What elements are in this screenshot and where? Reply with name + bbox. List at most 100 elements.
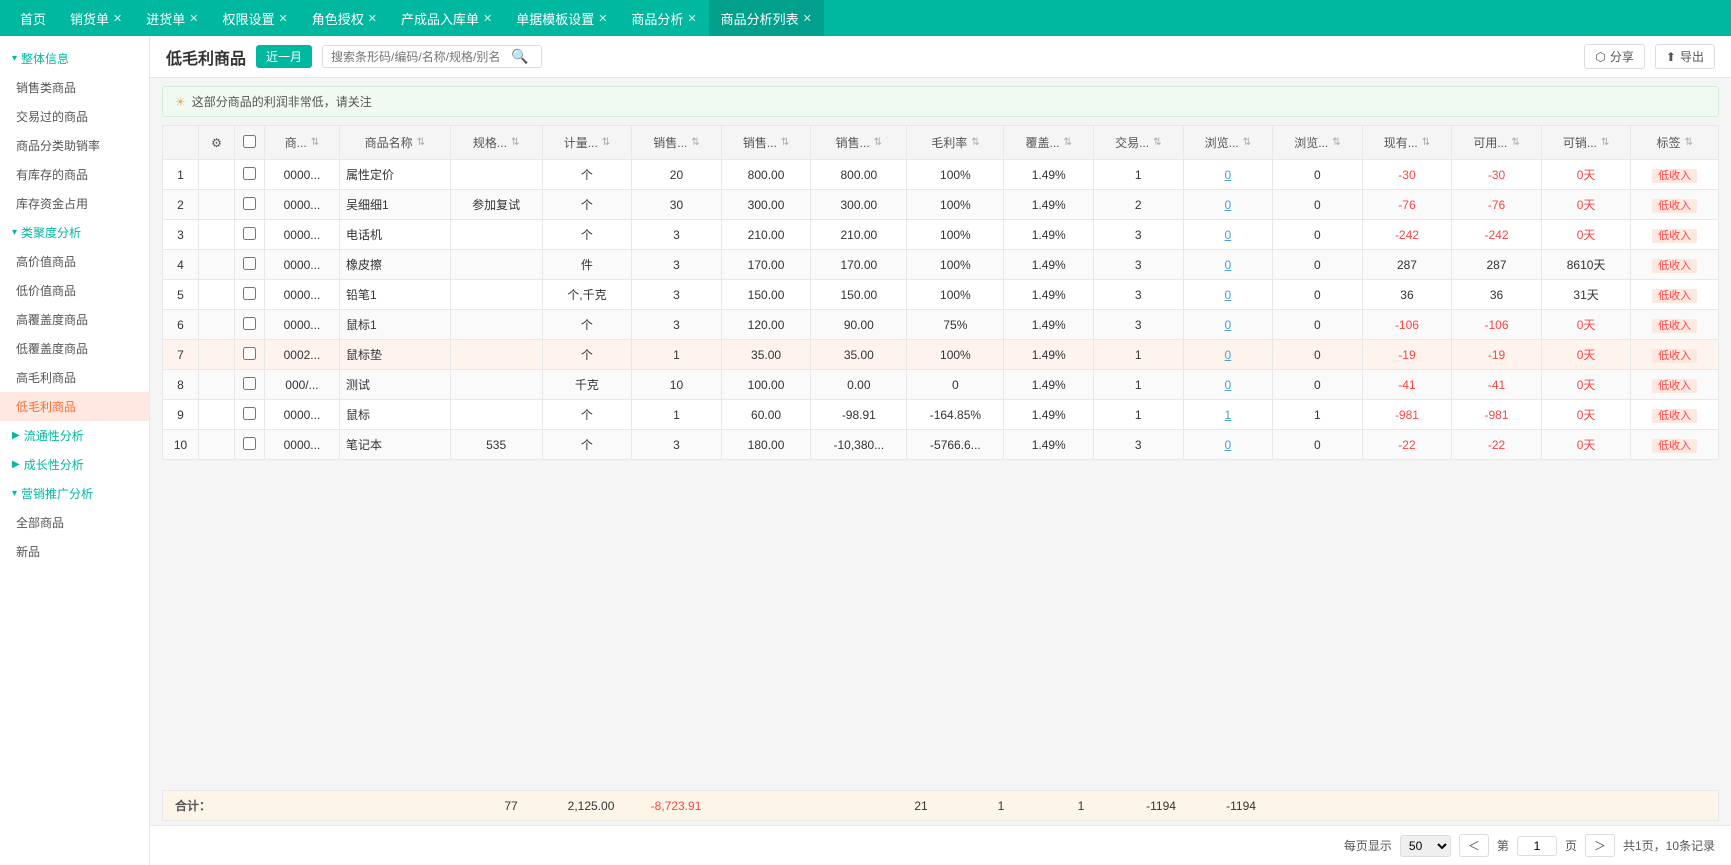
th-unit[interactable]: 计量... ⇅ xyxy=(542,126,632,160)
sidebar-item-high-margin[interactable]: 高毛利商品 xyxy=(0,363,149,392)
th-name[interactable]: 商品名称 ⇅ xyxy=(339,126,450,160)
cell-views1-7[interactable]: 0 xyxy=(1183,370,1273,400)
row-checkbox-4[interactable] xyxy=(243,287,256,300)
settings-icon[interactable]: ⚙ xyxy=(211,136,222,150)
row-checkbox-7[interactable] xyxy=(243,377,256,390)
cell-checkbox-4[interactable] xyxy=(235,280,265,310)
nav-close-permission[interactable]: ✕ xyxy=(279,12,288,25)
cell-views1-1[interactable]: 0 xyxy=(1183,190,1273,220)
th-transactions[interactable]: 交易... ⇅ xyxy=(1093,126,1183,160)
cell-settings-2[interactable] xyxy=(199,220,235,250)
nav-close-sales[interactable]: ✕ xyxy=(113,12,122,25)
cell-checkbox-9[interactable] xyxy=(235,430,265,460)
cell-settings-7[interactable] xyxy=(199,370,235,400)
cell-views1-2[interactable]: 0 xyxy=(1183,220,1273,250)
cell-checkbox-5[interactable] xyxy=(235,310,265,340)
th-gross-margin[interactable]: 毛利率 ⇅ xyxy=(907,126,1004,160)
sidebar-item-low-value[interactable]: 低价值商品 xyxy=(0,276,149,305)
sidebar-section-circulation[interactable]: ▶ 流通性分析 xyxy=(0,421,149,450)
sidebar-item-sales-products[interactable]: 销售类商品 xyxy=(0,73,149,102)
row-checkbox-8[interactable] xyxy=(243,407,256,420)
th-code[interactable]: 商... ⇅ xyxy=(265,126,340,160)
sidebar-item-stock-capital[interactable]: 库存资金占用 xyxy=(0,189,149,218)
row-checkbox-0[interactable] xyxy=(243,167,256,180)
nav-product-analysis[interactable]: 商品分析 ✕ xyxy=(619,0,708,36)
sidebar-item-high-coverage[interactable]: 高覆盖度商品 xyxy=(0,305,149,334)
row-checkbox-5[interactable] xyxy=(243,317,256,330)
nav-close-product[interactable]: ✕ xyxy=(483,12,492,25)
cell-views1-6[interactable]: 0 xyxy=(1183,340,1273,370)
sidebar-section-marketing[interactable]: ▾ 营销推广分析 xyxy=(0,479,149,508)
th-checkbox[interactable] xyxy=(235,126,265,160)
th-sales-profit[interactable]: 销售... ⇅ xyxy=(811,126,907,160)
nav-product-entry[interactable]: 产成品入库单 ✕ xyxy=(389,0,504,36)
th-sales-qty[interactable]: 销售... ⇅ xyxy=(632,126,722,160)
cell-views1-8[interactable]: 1 xyxy=(1183,400,1273,430)
nav-template[interactable]: 单据模板设置 ✕ xyxy=(504,0,619,36)
cell-checkbox-8[interactable] xyxy=(235,400,265,430)
sidebar-item-low-coverage[interactable]: 低覆盖度商品 xyxy=(0,334,149,363)
row-checkbox-3[interactable] xyxy=(243,257,256,270)
th-spec[interactable]: 规格... ⇅ xyxy=(450,126,542,160)
cell-settings-8[interactable] xyxy=(199,400,235,430)
row-checkbox-9[interactable] xyxy=(243,437,256,450)
cell-settings-4[interactable] xyxy=(199,280,235,310)
th-available-stock[interactable]: 可用... ⇅ xyxy=(1452,126,1542,160)
select-all-checkbox[interactable] xyxy=(243,135,256,148)
cell-settings-5[interactable] xyxy=(199,310,235,340)
cell-views1-3[interactable]: 0 xyxy=(1183,250,1273,280)
sidebar-item-low-margin[interactable]: 低毛利商品 xyxy=(0,392,149,421)
th-current-stock[interactable]: 现有... ⇅ xyxy=(1362,126,1452,160)
cell-views1-0[interactable]: 0 xyxy=(1183,160,1273,190)
cell-checkbox-6[interactable] xyxy=(235,340,265,370)
cell-views1-9[interactable]: 0 xyxy=(1183,430,1273,460)
page-number-input[interactable] xyxy=(1517,836,1557,856)
search-icon[interactable]: 🔍 xyxy=(511,48,528,65)
nav-permission[interactable]: 权限设置 ✕ xyxy=(210,0,299,36)
cell-settings-0[interactable] xyxy=(199,160,235,190)
row-checkbox-2[interactable] xyxy=(243,227,256,240)
export-button[interactable]: ⬆ 导出 xyxy=(1655,44,1715,69)
th-sales-price[interactable]: 销售... ⇅ xyxy=(721,126,811,160)
sidebar-section-overall[interactable]: ▾ 整体信息 xyxy=(0,44,149,73)
sidebar-item-all-products[interactable]: 全部商品 xyxy=(0,508,149,537)
sidebar-item-traded-products[interactable]: 交易过的商品 xyxy=(0,102,149,131)
cell-checkbox-1[interactable] xyxy=(235,190,265,220)
nav-close-role[interactable]: ✕ xyxy=(368,12,377,25)
th-tag[interactable]: 标签 ⇅ xyxy=(1631,126,1719,160)
cell-settings-9[interactable] xyxy=(199,430,235,460)
nav-close-purchase[interactable]: ✕ xyxy=(189,12,198,25)
sidebar-section-growth[interactable]: ▶ 成长性分析 xyxy=(0,450,149,479)
nav-role-auth[interactable]: 角色授权 ✕ xyxy=(300,0,389,36)
cell-settings-6[interactable] xyxy=(199,340,235,370)
per-page-select[interactable]: 50 100 200 xyxy=(1400,835,1451,857)
share-button[interactable]: ⬡ 分享 xyxy=(1584,44,1645,69)
cell-checkbox-3[interactable] xyxy=(235,250,265,280)
th-sellable-days[interactable]: 可销... ⇅ xyxy=(1541,126,1631,160)
nav-close-analysis-list[interactable]: ✕ xyxy=(803,12,812,25)
search-input[interactable] xyxy=(331,50,511,64)
th-settings[interactable]: ⚙ xyxy=(199,126,235,160)
th-views2[interactable]: 浏览... ⇅ xyxy=(1273,126,1363,160)
sidebar-item-new-products[interactable]: 新品 xyxy=(0,537,149,566)
prev-page-button[interactable]: ＜ xyxy=(1459,834,1489,857)
sidebar-item-stocked-products[interactable]: 有库存的商品 xyxy=(0,160,149,189)
nav-sales-order[interactable]: 销货单 ✕ xyxy=(58,0,134,36)
cell-views1-4[interactable]: 0 xyxy=(1183,280,1273,310)
th-views1[interactable]: 浏览... ⇅ xyxy=(1183,126,1273,160)
sidebar-item-category-rate[interactable]: 商品分类助销率 xyxy=(0,131,149,160)
date-filter-button[interactable]: 近一月 xyxy=(256,45,312,68)
cell-checkbox-7[interactable] xyxy=(235,370,265,400)
nav-close-template[interactable]: ✕ xyxy=(598,12,607,25)
nav-home[interactable]: 首页 xyxy=(8,0,58,36)
row-checkbox-6[interactable] xyxy=(243,347,256,360)
nav-purchase-order[interactable]: 进货单 ✕ xyxy=(134,0,210,36)
cell-checkbox-0[interactable] xyxy=(235,160,265,190)
nav-close-analysis[interactable]: ✕ xyxy=(687,12,696,25)
row-checkbox-1[interactable] xyxy=(243,197,256,210)
next-page-button[interactable]: ＞ xyxy=(1585,834,1615,857)
th-coverage[interactable]: 覆盖... ⇅ xyxy=(1004,126,1094,160)
cell-checkbox-2[interactable] xyxy=(235,220,265,250)
sidebar-item-high-value[interactable]: 高价值商品 xyxy=(0,247,149,276)
cell-settings-3[interactable] xyxy=(199,250,235,280)
